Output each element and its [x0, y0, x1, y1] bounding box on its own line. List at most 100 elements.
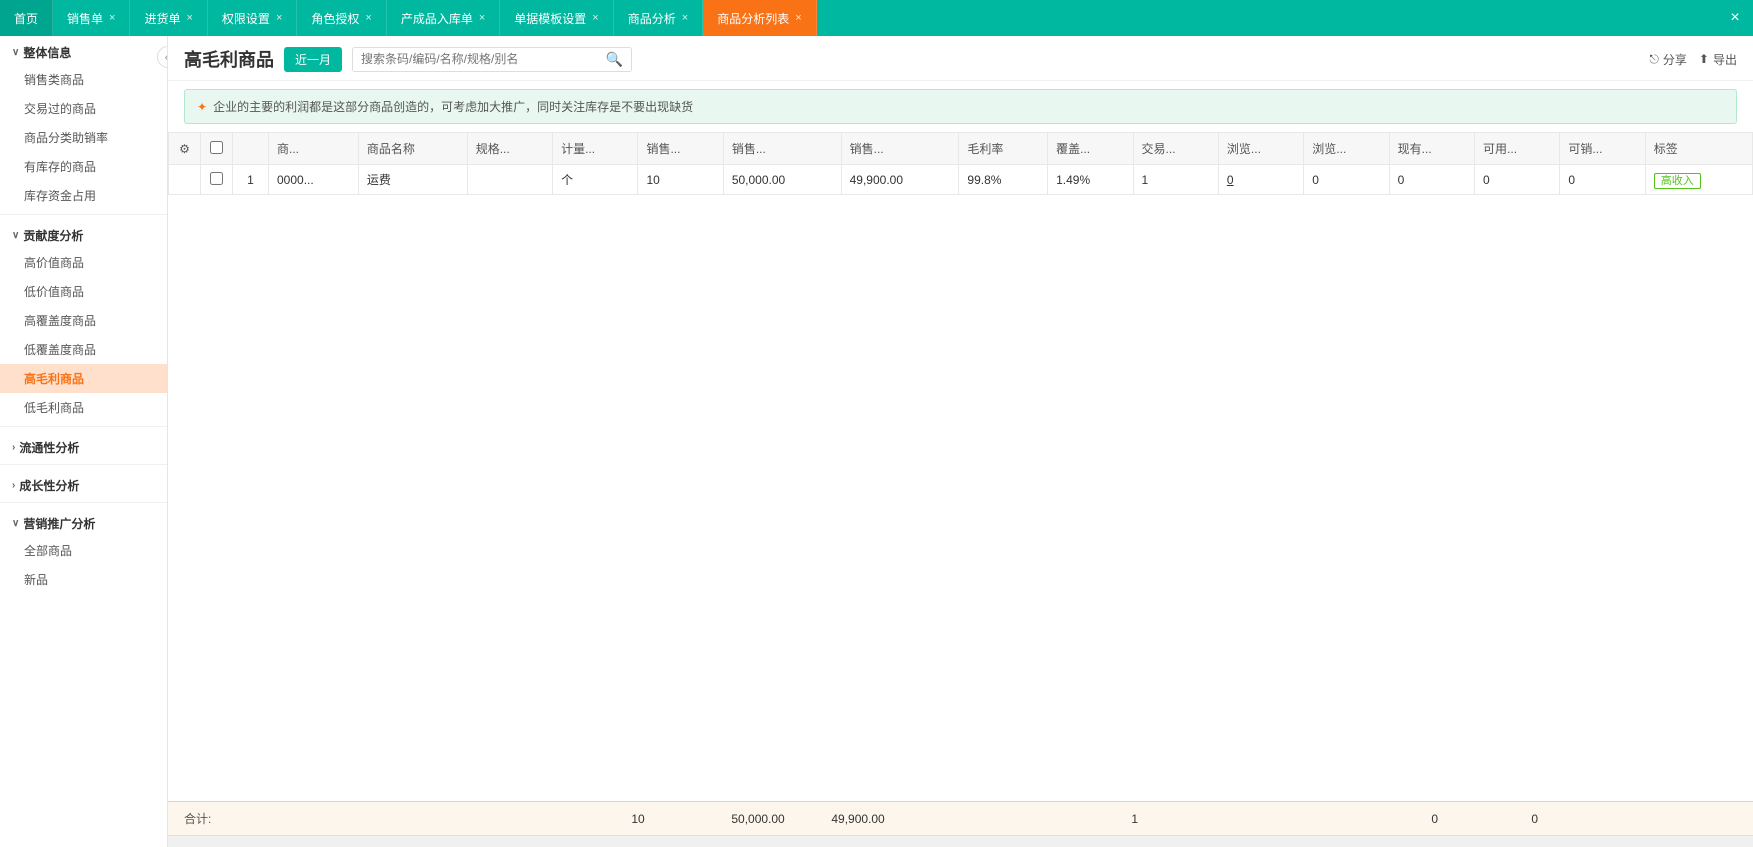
search-icon[interactable]: 🔍: [606, 51, 623, 68]
sidebar-item-new-goods[interactable]: 新品: [0, 565, 167, 594]
col-available-stock[interactable]: 可用...: [1475, 133, 1560, 165]
sidebar-item-high-margin[interactable]: 高毛利商品: [0, 364, 167, 393]
nav-sales-order[interactable]: 销售单 ×: [53, 0, 130, 36]
nav-role-auth[interactable]: 角色授权 ×: [297, 0, 386, 36]
sidebar-item-low-margin[interactable]: 低毛利商品: [0, 393, 167, 422]
row-sales-qty: 10: [638, 165, 723, 195]
col-unit[interactable]: 计量...: [553, 133, 638, 165]
col-spec[interactable]: 规格...: [467, 133, 552, 165]
data-table: ⚙ 商... 商品名称 规格...: [168, 132, 1753, 195]
data-table-container[interactable]: ⚙ 商... 商品名称 规格...: [168, 132, 1753, 801]
footer-available-stock: 0: [1531, 812, 1611, 826]
sidebar-item-high-coverage[interactable]: 高覆盖度商品: [0, 306, 167, 335]
row-code[interactable]: 0000...: [269, 165, 359, 195]
nav-permission-settings[interactable]: 权限设置 ×: [208, 0, 297, 36]
share-icon: ⎋: [1649, 52, 1659, 67]
sidebar-section-circulation[interactable]: › 流通性分析: [0, 431, 167, 460]
footer-label: 合计:: [184, 810, 211, 827]
col-gross-rate[interactable]: 毛利率: [959, 133, 1048, 165]
sidebar-section-contribution[interactable]: ∨ 贡献度分析: [0, 219, 167, 248]
sidebar-item-low-value[interactable]: 低价值商品: [0, 277, 167, 306]
sidebar-item-low-coverage[interactable]: 低覆盖度商品: [0, 335, 167, 364]
row-spec: [467, 165, 552, 195]
select-all-checkbox[interactable]: [210, 141, 223, 154]
sidebar-item-all-goods[interactable]: 全部商品: [0, 536, 167, 565]
close-all-button[interactable]: ×: [1717, 0, 1753, 36]
row-settings: [169, 165, 201, 195]
page-title: 高毛利商品: [184, 46, 274, 72]
row-tag: 高收入: [1645, 165, 1752, 195]
col-tag: 标签: [1645, 133, 1752, 165]
row-checkbox-cell: [201, 165, 233, 195]
close-role-auth-icon[interactable]: ×: [365, 12, 371, 24]
table-row: 1 0000... 运费 个 10 50,000.00 49,900.00 99…: [169, 165, 1753, 195]
table-header-row: ⚙ 商... 商品名称 规格...: [169, 133, 1753, 165]
sidebar: « ∨ 整体信息 销售类商品 交易过的商品 商品分类助销率 有库存的商品 库存资…: [0, 36, 168, 847]
sidebar-item-traded-goods[interactable]: 交易过的商品: [0, 94, 167, 123]
section-contribution-arrow: ∨: [12, 230, 19, 241]
footer-sales-qty: 10: [631, 812, 711, 826]
col-settings[interactable]: ⚙: [169, 133, 201, 165]
col-saleable-stock[interactable]: 可销...: [1560, 133, 1645, 165]
share-button[interactable]: ⎋ 分享: [1649, 51, 1687, 68]
search-box: 🔍: [352, 47, 632, 72]
footer-transactions: 1: [1131, 812, 1211, 826]
close-product-entry-icon[interactable]: ×: [479, 12, 485, 24]
sidebar-item-stock-goods[interactable]: 有库存的商品: [0, 152, 167, 181]
nav-product-entry[interactable]: 产成品入库单 ×: [387, 0, 500, 36]
close-sales-order-icon[interactable]: ×: [109, 12, 115, 24]
row-current-stock: 0: [1389, 165, 1474, 195]
col-transactions[interactable]: 交易...: [1133, 133, 1218, 165]
sidebar-divider-1: [0, 214, 167, 215]
sidebar-item-high-value[interactable]: 高价值商品: [0, 248, 167, 277]
col-rownum: [233, 133, 269, 165]
nav-product-analysis[interactable]: 商品分析 ×: [614, 0, 703, 36]
close-permission-settings-icon[interactable]: ×: [276, 12, 282, 24]
col-name[interactable]: 商品名称: [358, 133, 467, 165]
nav-product-analysis-list[interactable]: 商品分析列表 ×: [703, 0, 816, 36]
sidebar-section-overall[interactable]: ∨ 整体信息: [0, 36, 167, 65]
sidebar-section-marketing[interactable]: ∨ 营销推广分析: [0, 507, 167, 536]
sidebar-section-growth[interactable]: › 成长性分析: [0, 469, 167, 498]
col-sales-cost[interactable]: 销售...: [841, 133, 959, 165]
col-coverage[interactable]: 覆盖...: [1048, 133, 1133, 165]
close-product-analysis-list-icon[interactable]: ×: [795, 12, 801, 24]
close-purchase-order-icon[interactable]: ×: [186, 12, 192, 24]
search-input[interactable]: [361, 52, 602, 66]
header-actions: ⎋ 分享 ⬆ 导出: [1649, 51, 1737, 68]
info-icon: ✦: [197, 100, 207, 114]
horizontal-scrollbar[interactable]: [168, 835, 1753, 847]
col-browse2[interactable]: 浏览...: [1304, 133, 1389, 165]
section-overall-arrow: ∨: [12, 47, 19, 58]
row-sales-cost: 49,900.00: [841, 165, 959, 195]
main-layout: « ∨ 整体信息 销售类商品 交易过的商品 商品分类助销率 有库存的商品 库存资…: [0, 36, 1753, 847]
col-browse1[interactable]: 浏览...: [1218, 133, 1303, 165]
row-available-stock: 0: [1475, 165, 1560, 195]
sidebar-item-stock-capital[interactable]: 库存资金占用: [0, 181, 167, 210]
row-browse2: 0: [1304, 165, 1389, 195]
row-checkbox[interactable]: [210, 172, 223, 185]
sidebar-item-category-rate[interactable]: 商品分类助销率: [0, 123, 167, 152]
row-unit: 个: [553, 165, 638, 195]
row-transactions: 1: [1133, 165, 1218, 195]
col-code[interactable]: 商...: [269, 133, 359, 165]
content-header: 高毛利商品 近一月 🔍 ⎋ 分享 ⬆ 导出: [168, 36, 1753, 81]
export-button[interactable]: ⬆ 导出: [1699, 51, 1737, 68]
row-browse1[interactable]: 0: [1218, 165, 1303, 195]
row-saleable-stock: 0: [1560, 165, 1645, 195]
close-product-analysis-icon[interactable]: ×: [682, 12, 688, 24]
sidebar-item-sales-goods[interactable]: 销售类商品: [0, 65, 167, 94]
col-current-stock[interactable]: 现有...: [1389, 133, 1474, 165]
filter-recent-month-button[interactable]: 近一月: [284, 47, 342, 72]
top-navigation: 首页 销售单 × 进货单 × 权限设置 × 角色授权 × 产成品入库单 × 单据…: [0, 0, 1753, 36]
close-template-settings-icon[interactable]: ×: [592, 12, 598, 24]
nav-home[interactable]: 首页: [0, 0, 53, 36]
row-sales-amt: 50,000.00: [723, 165, 841, 195]
nav-purchase-order[interactable]: 进货单 ×: [130, 0, 207, 36]
sidebar-divider-2: [0, 426, 167, 427]
col-sales-amt[interactable]: 销售...: [723, 133, 841, 165]
col-sales-qty[interactable]: 销售...: [638, 133, 723, 165]
row-gross-rate: 99.8%: [959, 165, 1048, 195]
export-icon: ⬆: [1699, 52, 1709, 66]
nav-template-settings[interactable]: 单据模板设置 ×: [500, 0, 613, 36]
